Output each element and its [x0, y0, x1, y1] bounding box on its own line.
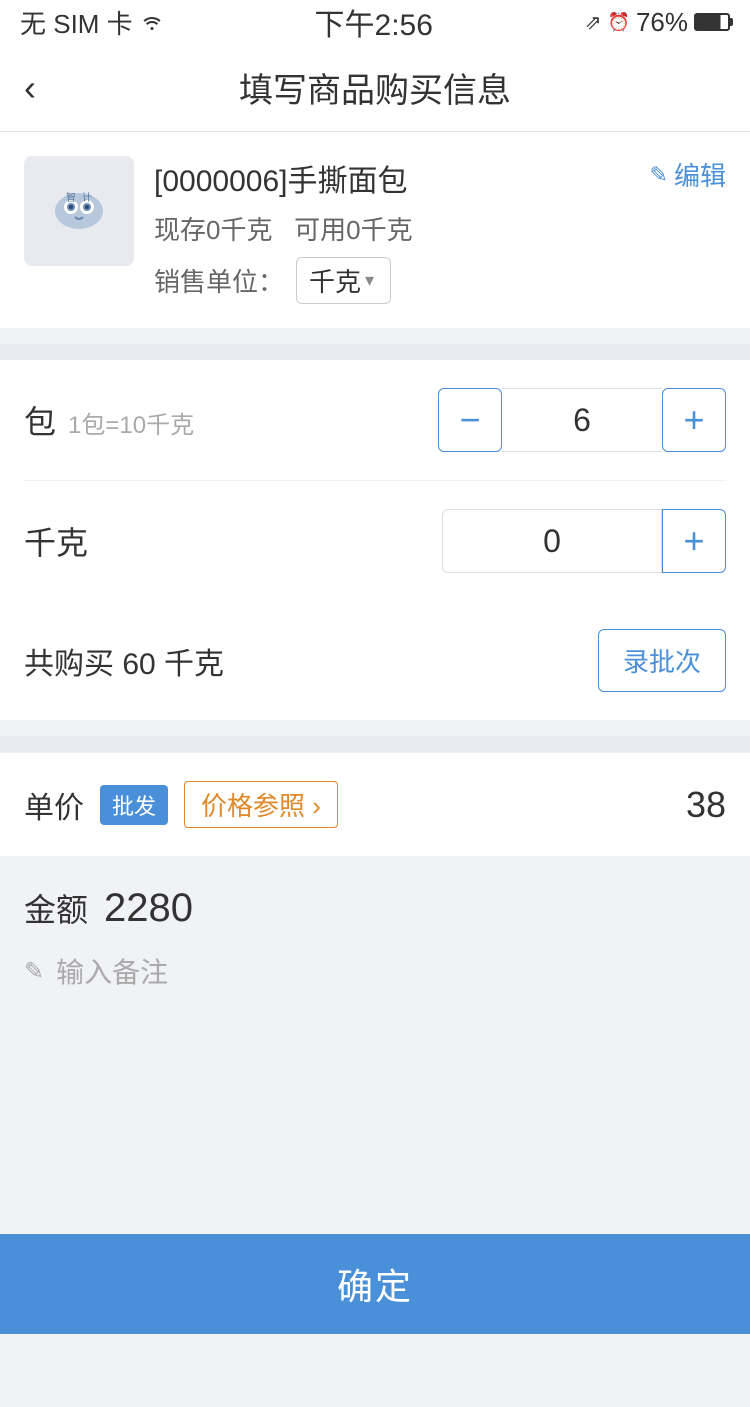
bao-row: 包 1包=10千克 − + — [24, 360, 726, 481]
total-text: 共购买 60 千克 — [24, 639, 224, 683]
product-card: 智 计 [0000006]手撕面包 现存0千克 可用0千克 销售单位： 千克 ▾… — [0, 132, 750, 328]
amount-row: 金额 2280 — [24, 885, 726, 931]
time-label: 下午2:56 — [315, 0, 433, 44]
batch-button[interactable]: 录批次 — [598, 629, 726, 692]
edit-button[interactable]: ✎ 编辑 — [650, 156, 726, 193]
price-ref-button[interactable]: 价格参照 › — [184, 781, 338, 828]
product-stock: 现存0千克 可用0千克 — [154, 210, 726, 247]
bao-plus-button[interactable]: + — [662, 388, 726, 452]
product-image: 智 计 — [24, 156, 134, 266]
status-right: ⇗ ⏰ 76% — [585, 7, 730, 38]
amount-label: 金额 — [24, 885, 88, 931]
status-bar: 无 SIM 卡 下午2:56 ⇗ ⏰ 76% — [0, 0, 750, 44]
product-logo-icon: 智 计 — [49, 181, 109, 241]
pencil-icon: ✎ — [24, 957, 44, 986]
page-title: 填写商品购买信息 — [239, 63, 511, 112]
price-section: 单价 批发 价格参照 › 38 — [0, 752, 750, 857]
price-value: 38 — [686, 784, 726, 826]
amount-section: 金额 2280 ✎ 输入备注 — [0, 857, 750, 1007]
bao-qty-input[interactable] — [502, 388, 662, 452]
available-label: 可用0千克 — [294, 215, 412, 245]
product-info: [0000006]手撕面包 现存0千克 可用0千克 销售单位： 千克 ▾ — [154, 156, 726, 304]
product-unit-row: 销售单位： 千克 ▾ — [154, 257, 726, 304]
unit-label: 销售单位： — [154, 262, 284, 299]
carrier-label: 无 SIM 卡 — [20, 4, 133, 41]
alarm-icon: ⏰ — [608, 12, 630, 33]
back-button[interactable]: ‹ — [24, 67, 36, 109]
bao-label: 包 1包=10千克 — [24, 397, 194, 443]
kg-text: 千克 — [24, 518, 88, 564]
product-name: [0000006]手撕面包 — [154, 156, 726, 200]
separator-2 — [0, 736, 750, 752]
amount-value: 2280 — [104, 886, 193, 931]
remark-placeholder: 输入备注 — [56, 951, 168, 991]
confirm-button[interactable]: 确定 — [0, 1234, 750, 1334]
bao-minus-button[interactable]: − — [438, 388, 502, 452]
separator-1 — [0, 344, 750, 360]
kg-plus-button[interactable]: + — [662, 509, 726, 573]
kg-label: 千克 — [24, 518, 88, 564]
wifi-icon — [141, 7, 163, 38]
price-tag: 批发 — [100, 785, 168, 825]
svg-text:计: 计 — [82, 191, 92, 204]
edit-icon: ✎ — [650, 162, 668, 188]
price-label: 单价 — [24, 783, 84, 827]
unit-value: 千克 — [309, 262, 361, 299]
quantity-section: 包 1包=10千克 − + 千克 + — [0, 360, 750, 601]
svg-text:智: 智 — [66, 191, 76, 204]
stock-label: 现存0千克 — [154, 215, 272, 245]
kg-row: 千克 + — [24, 481, 726, 601]
kg-qty-input[interactable] — [442, 509, 662, 573]
dropdown-icon: ▾ — [365, 270, 374, 291]
unit-select[interactable]: 千克 ▾ — [296, 257, 391, 304]
remark-row[interactable]: ✎ 输入备注 — [24, 951, 726, 991]
status-left: 无 SIM 卡 — [20, 4, 163, 41]
bottom-space — [0, 1007, 750, 1407]
bao-qty-control: − + — [438, 388, 726, 452]
battery-label: 76% — [636, 7, 688, 38]
bao-hint: 1包=10千克 — [68, 405, 194, 440]
total-row: 共购买 60 千克 录批次 — [0, 601, 750, 720]
bao-text: 包 — [24, 397, 56, 443]
nav-bar: ‹ 填写商品购买信息 — [0, 44, 750, 132]
edit-label: 编辑 — [674, 156, 726, 193]
price-row: 单价 批发 价格参照 › 38 — [24, 781, 726, 828]
kg-qty-control: + — [442, 509, 726, 573]
location-icon: ⇗ — [585, 10, 602, 35]
battery-icon — [694, 13, 730, 31]
